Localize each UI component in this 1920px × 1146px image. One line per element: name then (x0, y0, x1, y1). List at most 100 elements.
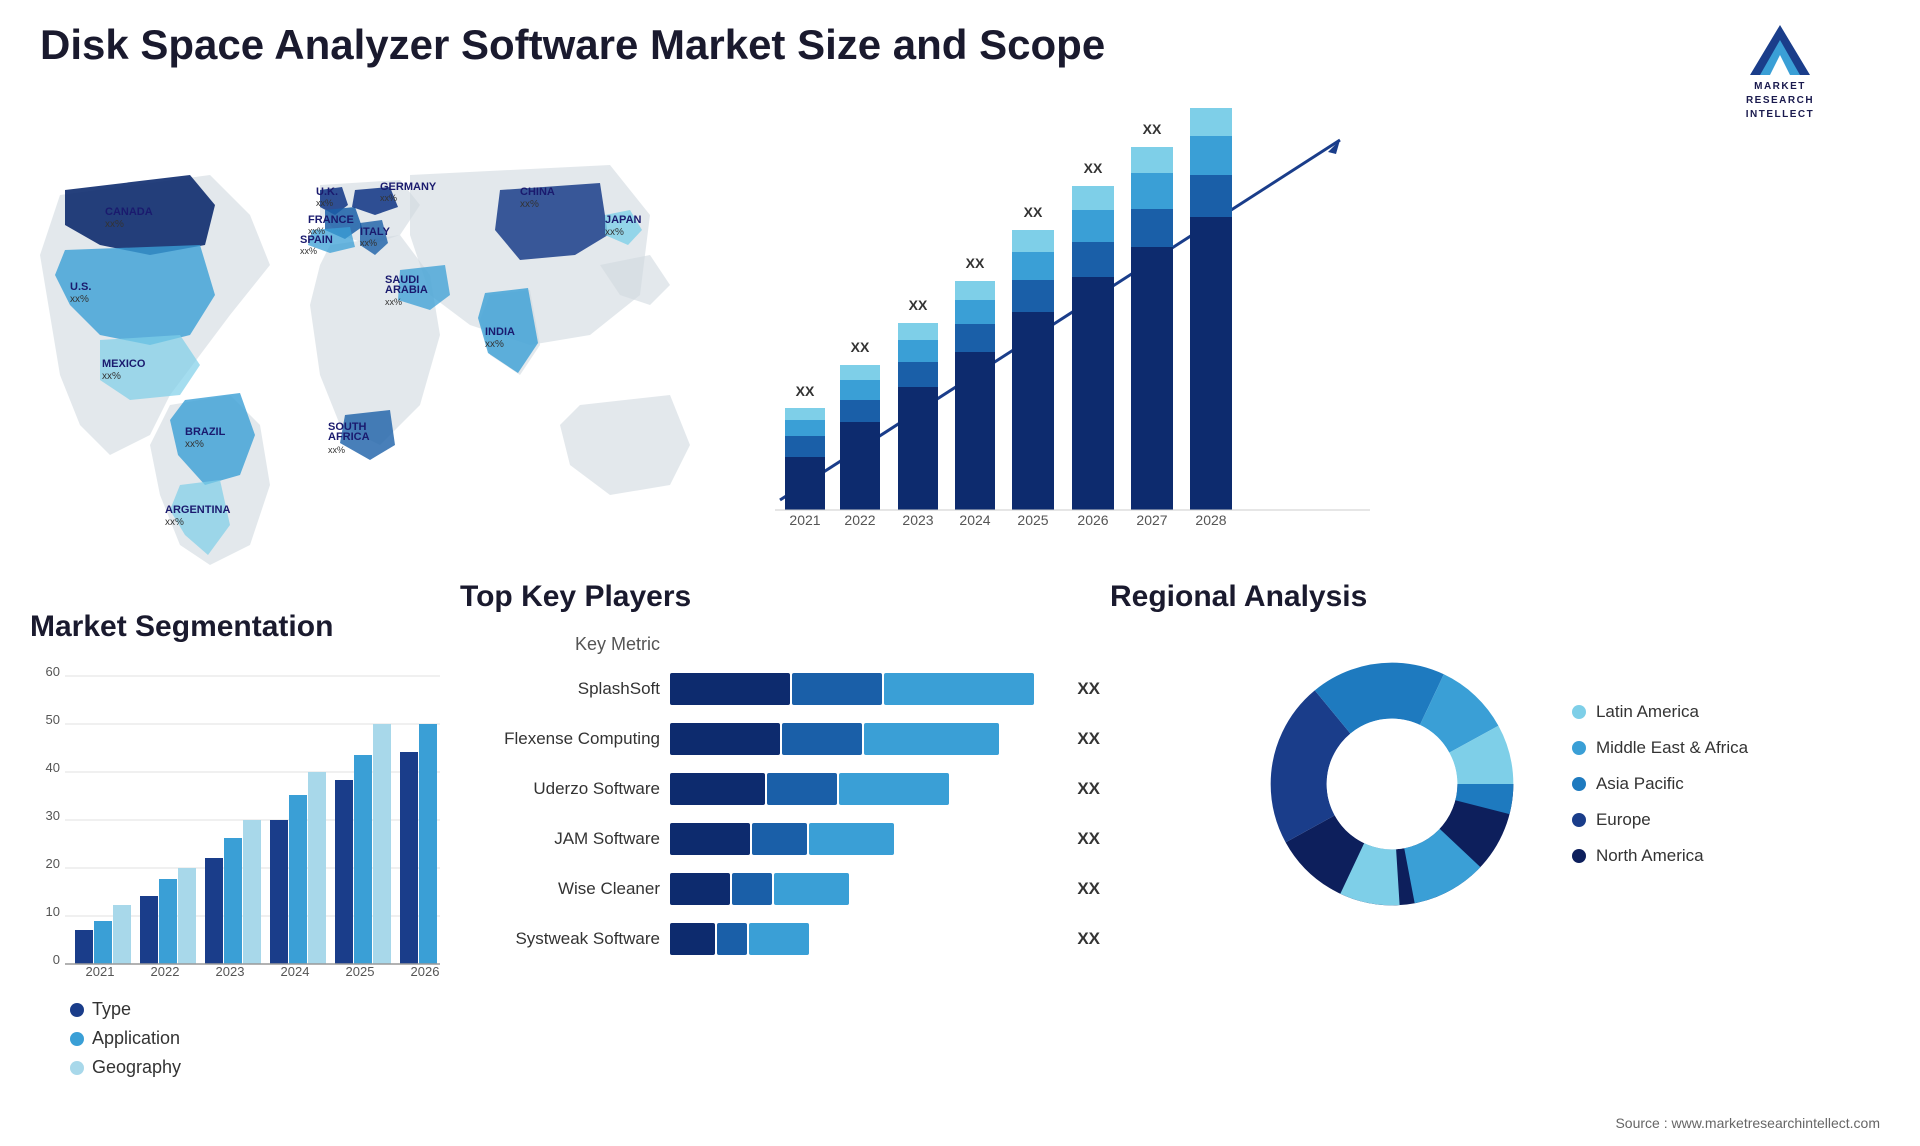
legend-application: Application (70, 1028, 450, 1049)
legend-latin-america-label: Latin America (1596, 702, 1699, 722)
svg-text:10: 10 (46, 904, 60, 919)
svg-text:U.S.: U.S. (70, 281, 91, 293)
player-row-jam: JAM Software XX (460, 823, 1100, 855)
market-segmentation-section: Market Segmentation 0 10 20 30 40 50 60 … (30, 610, 450, 1110)
flexense-bar-1 (670, 723, 780, 755)
jam-bar-2 (752, 823, 807, 855)
key-players-section: Top Key Players Key Metric SplashSoft XX… (460, 580, 1100, 1110)
legend-latin-america-dot (1572, 705, 1586, 719)
legend-asia-pacific: Asia Pacific (1572, 774, 1748, 794)
svg-text:2023: 2023 (902, 512, 933, 528)
players-list: Key Metric SplashSoft XX Flexense Comput… (460, 634, 1100, 955)
svg-text:2025: 2025 (1017, 512, 1048, 528)
wise-bar-3 (774, 873, 849, 905)
uderzo-bar (670, 773, 1059, 805)
logo-text-line2: RESEARCH (1746, 95, 1814, 106)
svg-text:XX: XX (851, 339, 870, 355)
key-players-title: Top Key Players (460, 580, 1100, 614)
logo-icon (1740, 20, 1820, 80)
svg-text:xx%: xx% (328, 445, 345, 455)
growth-chart-section: XX 2021 XX 2022 XX 2023 XX 2024 XX 2025 (720, 100, 1380, 610)
svg-text:2021: 2021 (86, 964, 115, 979)
svg-text:ARABIA: ARABIA (385, 284, 428, 296)
svg-text:CHINA: CHINA (520, 186, 555, 198)
key-metric-label: Key Metric (460, 634, 660, 655)
uderzo-bar-2 (767, 773, 837, 805)
player-name-flexense: Flexense Computing (460, 729, 660, 749)
regional-analysis-section: Regional Analysis Latin America (1110, 580, 1890, 1110)
growth-chart-svg: XX 2021 XX 2022 XX 2023 XX 2024 XX 2025 (720, 100, 1380, 580)
legend-geography-label: Geography (92, 1057, 181, 1078)
player-name-jam: JAM Software (460, 829, 660, 849)
jam-bar (670, 823, 1059, 855)
svg-text:SPAIN: SPAIN (300, 234, 333, 246)
legend-asia-pacific-dot (1572, 777, 1586, 791)
svg-text:INDIA: INDIA (485, 326, 515, 338)
player-row-wise: Wise Cleaner XX (460, 873, 1100, 905)
header-row: Key Metric (460, 634, 1100, 655)
flexense-bar (670, 723, 1059, 755)
svg-text:U.K.: U.K. (316, 186, 338, 198)
jam-bar-3 (809, 823, 894, 855)
svg-text:xx%: xx% (385, 297, 402, 307)
svg-text:xx%: xx% (605, 227, 624, 238)
legend-europe-dot (1572, 813, 1586, 827)
svg-text:0: 0 (53, 952, 60, 967)
player-row-splashsoft: SplashSoft XX (460, 673, 1100, 705)
jam-xx: XX (1077, 829, 1100, 849)
legend-type: Type (70, 999, 450, 1020)
svg-text:BRAZIL: BRAZIL (185, 426, 226, 438)
player-name-systweak: Systweak Software (460, 929, 660, 949)
player-name-wise: Wise Cleaner (460, 879, 660, 899)
legend-middle-east-dot (1572, 741, 1586, 755)
svg-text:XX: XX (1143, 121, 1162, 137)
svg-text:GERMANY: GERMANY (380, 181, 437, 193)
svg-text:AFRICA: AFRICA (328, 431, 370, 443)
svg-text:ARGENTINA: ARGENTINA (165, 504, 230, 516)
svg-text:60: 60 (46, 664, 60, 679)
logo: MARKET RESEARCH INTELLECT (1680, 20, 1880, 122)
source-text: Source : www.marketresearchintellect.com (1615, 1115, 1880, 1131)
systweak-xx: XX (1077, 929, 1100, 949)
systweak-bar (670, 923, 1059, 955)
svg-text:JAPAN: JAPAN (605, 214, 642, 226)
svg-text:xx%: xx% (70, 294, 89, 305)
svg-text:2022: 2022 (844, 512, 875, 528)
legend-geography-dot (70, 1061, 84, 1075)
splashsoft-bar-1 (670, 673, 790, 705)
regional-title: Regional Analysis (1110, 580, 1890, 614)
svg-text:xx%: xx% (102, 371, 121, 382)
svg-text:XX: XX (909, 297, 928, 313)
svg-text:2028: 2028 (1195, 512, 1226, 528)
wise-bar-1 (670, 873, 730, 905)
segmentation-legend: Type Application Geography (70, 999, 450, 1078)
player-row-uderzo: Uderzo Software XX (460, 773, 1100, 805)
svg-text:MEXICO: MEXICO (102, 358, 146, 370)
svg-text:xx%: xx% (300, 246, 317, 256)
legend-geography: Geography (70, 1057, 450, 1078)
flexense-xx: XX (1077, 729, 1100, 749)
svg-text:2026: 2026 (411, 964, 440, 979)
uderzo-bar-3 (839, 773, 949, 805)
svg-text:XX: XX (796, 383, 815, 399)
player-name-splashsoft: SplashSoft (460, 679, 660, 699)
legend-north-america-label: North America (1596, 846, 1704, 866)
systweak-bar-1 (670, 923, 715, 955)
legend-north-america-dot (1572, 849, 1586, 863)
systweak-bar-2 (717, 923, 747, 955)
svg-text:xx%: xx% (105, 219, 124, 230)
svg-text:xx%: xx% (165, 517, 184, 528)
legend-europe-label: Europe (1596, 810, 1651, 830)
svg-text:50: 50 (46, 712, 60, 727)
svg-text:2022: 2022 (151, 964, 180, 979)
svg-text:xx%: xx% (360, 238, 377, 248)
legend-latin-america: Latin America (1572, 702, 1748, 722)
svg-text:XX: XX (1202, 100, 1221, 103)
svg-text:xx%: xx% (520, 199, 539, 210)
legend-application-label: Application (92, 1028, 180, 1049)
player-row-systweak: Systweak Software XX (460, 923, 1100, 955)
world-map-section: CANADA xx% U.S. xx% MEXICO xx% BRAZIL xx… (30, 120, 710, 600)
donut-container: Latin America Middle East & Africa Asia … (1110, 644, 1890, 924)
wise-bar (670, 873, 1059, 905)
systweak-bar-3 (749, 923, 809, 955)
